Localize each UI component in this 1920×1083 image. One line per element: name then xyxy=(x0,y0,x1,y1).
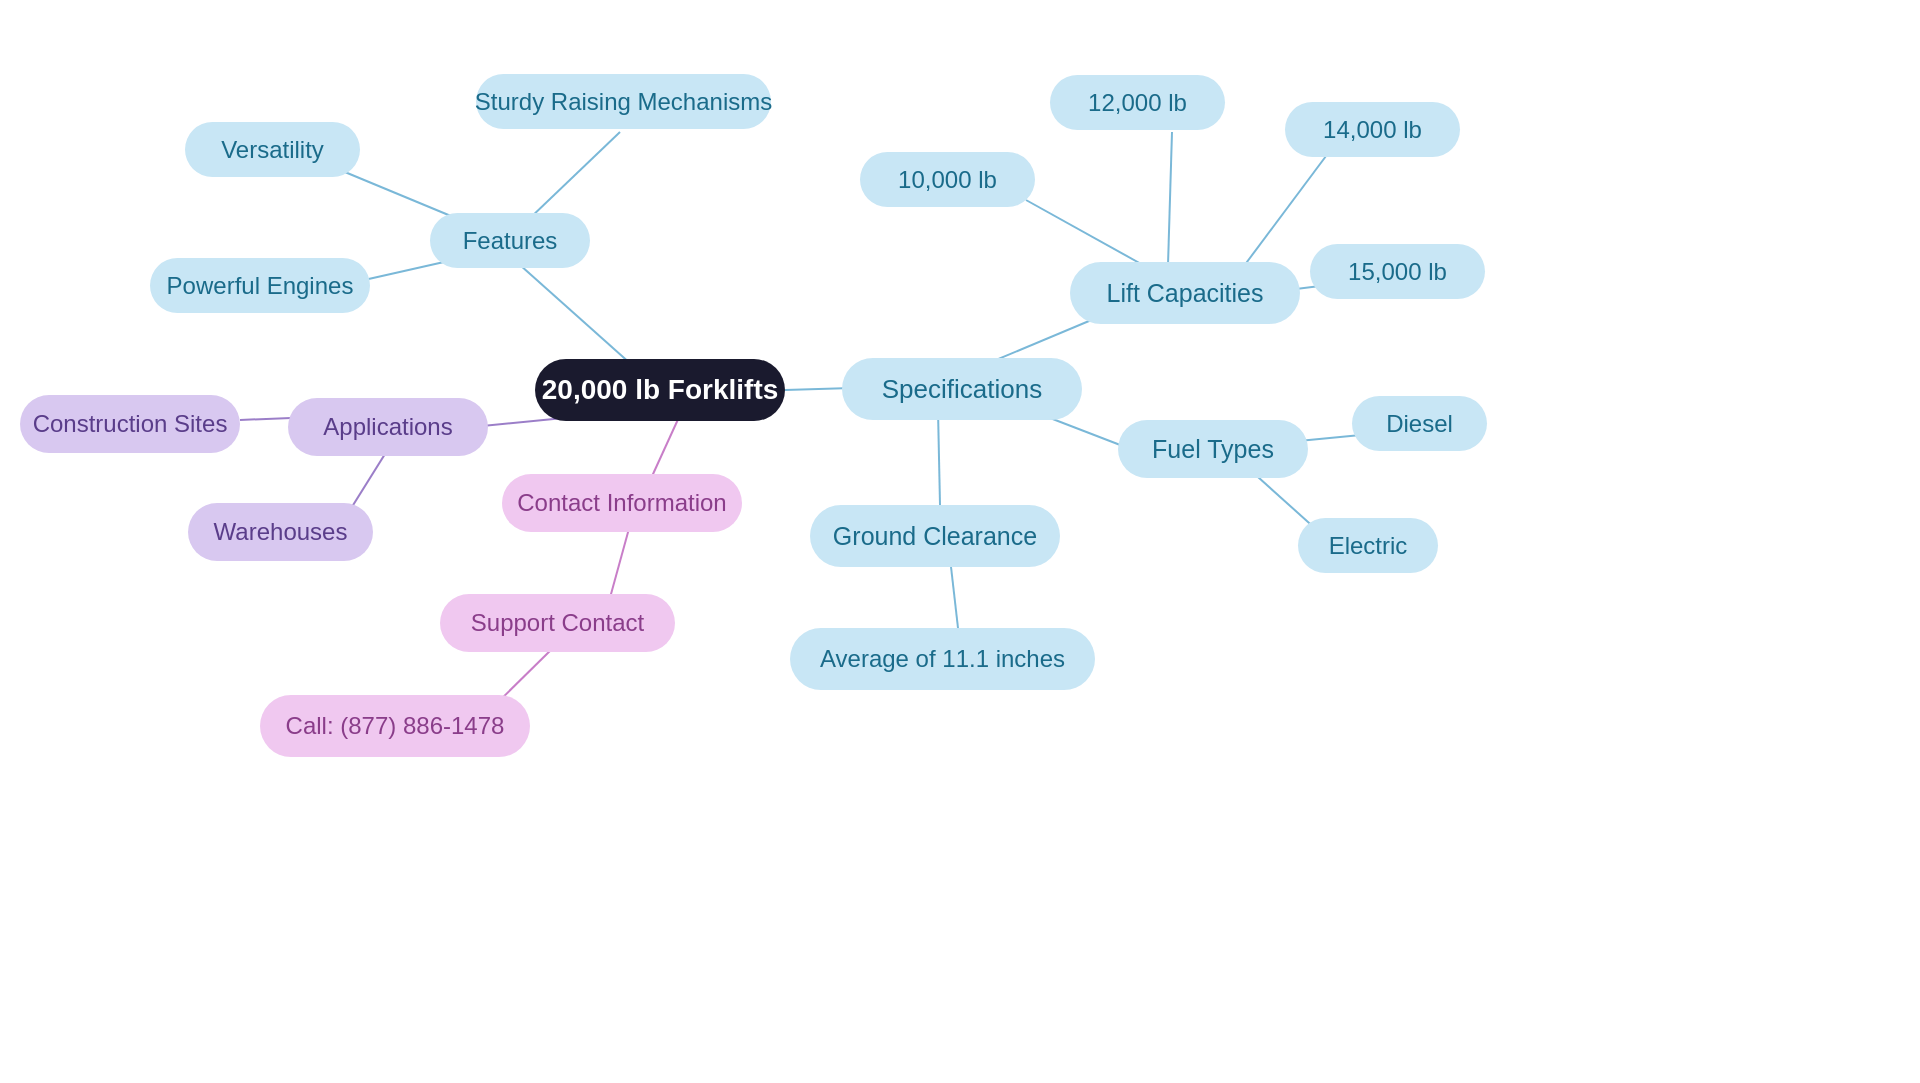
call-node[interactable]: Call: (877) 886-1478 xyxy=(260,695,530,757)
svg-line-8 xyxy=(608,525,630,605)
avg-inches-node[interactable]: Average of 11.1 inches xyxy=(790,628,1095,690)
contact-info-node[interactable]: Contact Information xyxy=(502,474,742,532)
lb12000-node[interactable]: 12,000 lb xyxy=(1050,75,1225,130)
lb10000-node[interactable]: 10,000 lb xyxy=(860,152,1035,207)
support-contact-node[interactable]: Support Contact xyxy=(440,594,675,652)
svg-line-17 xyxy=(950,558,958,628)
construction-sites-node[interactable]: Construction Sites xyxy=(20,395,240,453)
features-node[interactable]: Features xyxy=(430,213,590,268)
versatility-node[interactable]: Versatility xyxy=(185,122,360,177)
ground-clearance-node[interactable]: Ground Clearance xyxy=(810,505,1060,567)
diesel-node[interactable]: Diesel xyxy=(1352,396,1487,451)
electric-node[interactable]: Electric xyxy=(1298,518,1438,573)
center-node: 20,000 lb Forklifts xyxy=(535,359,785,421)
fuel-types-node[interactable]: Fuel Types xyxy=(1118,420,1308,478)
powerful-engines-node[interactable]: Powerful Engines xyxy=(150,258,370,313)
lb15000-node[interactable]: 15,000 lb xyxy=(1310,244,1485,299)
svg-line-13 xyxy=(1168,132,1172,265)
specifications-node[interactable]: Specifications xyxy=(842,358,1082,420)
sturdy-node[interactable]: Sturdy Raising Mechanisms xyxy=(476,74,771,129)
svg-line-12 xyxy=(1026,200,1152,270)
warehouses-node[interactable]: Warehouses xyxy=(188,503,373,561)
lb14000-node[interactable]: 14,000 lb xyxy=(1285,102,1460,157)
applications-node[interactable]: Applications xyxy=(288,398,488,456)
lift-capacities-node[interactable]: Lift Capacities xyxy=(1070,262,1300,324)
svg-line-16 xyxy=(938,410,940,505)
